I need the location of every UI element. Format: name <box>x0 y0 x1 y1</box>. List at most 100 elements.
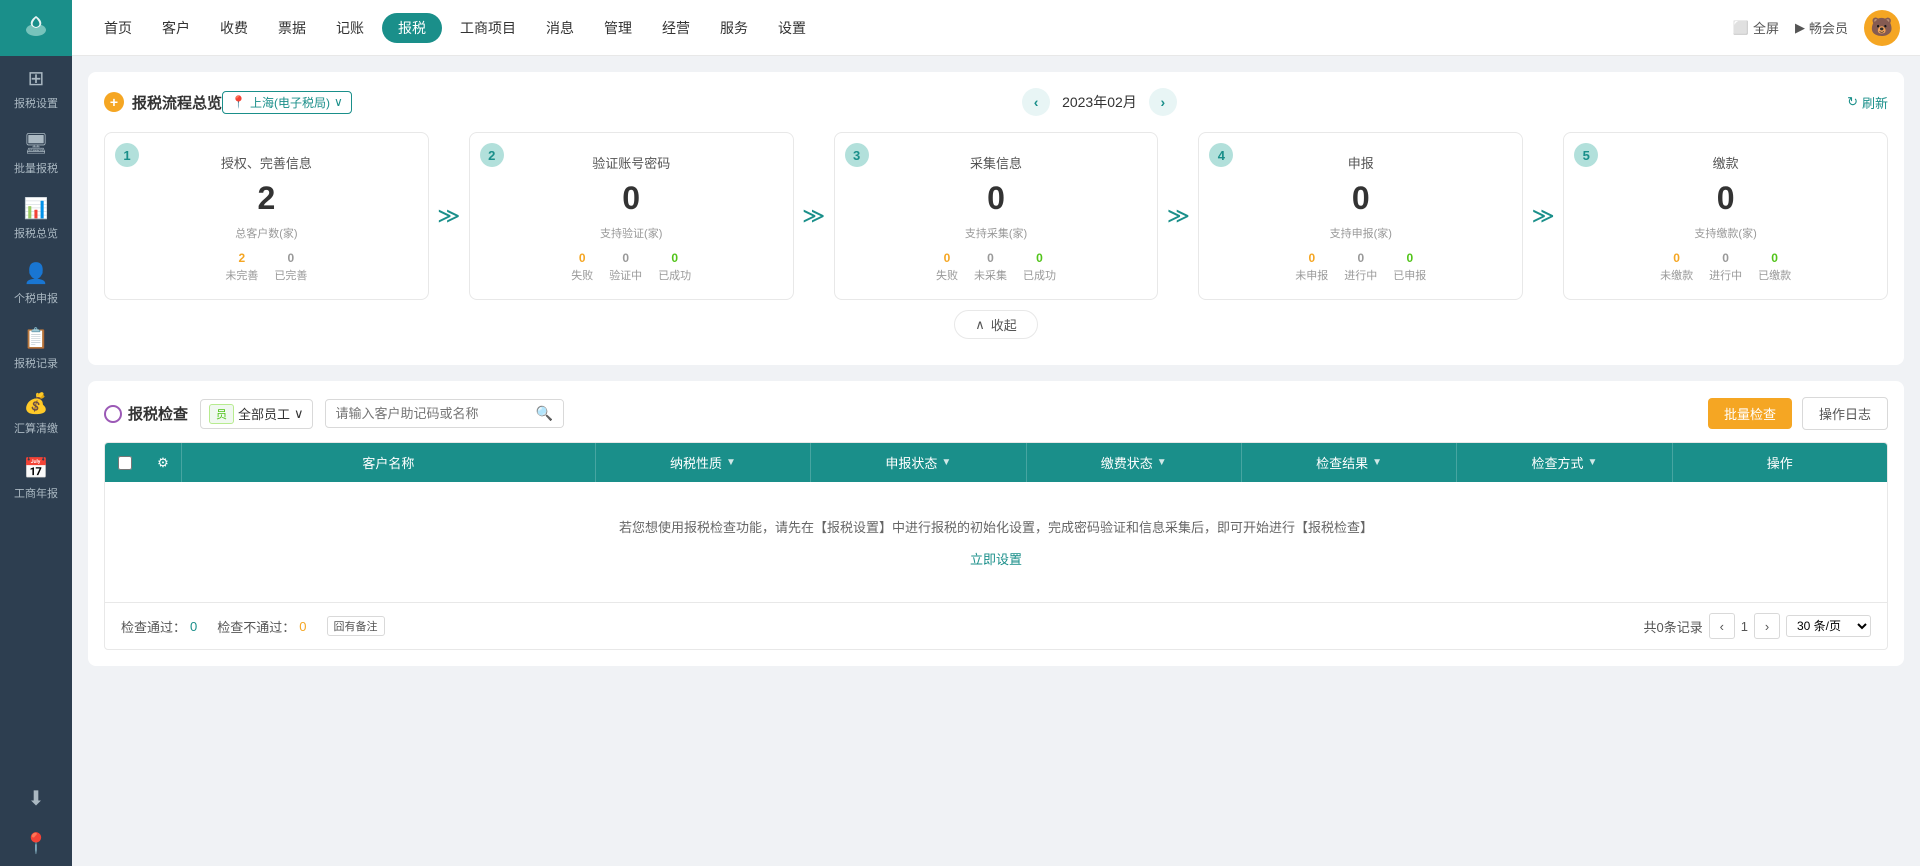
header-gear[interactable]: ⚙ <box>145 443 181 482</box>
settings-tax-icon: ⊞ <box>28 66 45 91</box>
process-overview-header: + 报税流程总览 📍 上海(电子税局) ∨ ‹ 2023年02月 › ↻ <box>104 88 1888 116</box>
step-1-subtitle: 总客户数(家) <box>121 225 412 241</box>
prev-page-btn[interactable]: ‹ <box>1709 613 1735 639</box>
sidebar-item-piliang-baoshui[interactable]: 🖥 批量报税 <box>0 121 72 186</box>
fail-count[interactable]: 0 <box>299 619 306 634</box>
nav-jzhang[interactable]: 记账 <box>324 12 376 44</box>
nav-shoufei[interactable]: 收费 <box>208 12 260 44</box>
header-checkbox[interactable] <box>105 443 145 482</box>
sidebar-item-baoshui-jilu[interactable]: 📋 报税记录 <box>0 316 72 381</box>
step-4-card: 4 申报 0 支持申报(家) 0 未申报 0 进行中 <box>1198 132 1523 300</box>
main-wrapper: 首页 客户 收费 票据 记账 报税 工商项目 消息 管理 经营 服务 设置 ⬜ … <box>72 0 1920 866</box>
nav-baoshui[interactable]: 报税 <box>382 13 442 43</box>
step-3-card: 3 采集信息 0 支持采集(家) 0 失败 0 未采集 <box>834 132 1159 300</box>
step-4-count: 0 <box>1215 180 1506 217</box>
sidebar-item-baoshui-zonglan[interactable]: 📊 报税总览 <box>0 186 72 251</box>
gear-icon: ⚙ <box>157 455 169 471</box>
check-actions: 批量检查 操作日志 <box>1708 397 1888 430</box>
step-4-title: 申报 <box>1215 153 1506 172</box>
table-header: ⚙ 客户名称 纳税性质 ▼ 申报状态 ▼ 缴费状态 ▼ <box>105 443 1887 482</box>
nav-xiaoxi[interactable]: 消息 <box>534 12 586 44</box>
stat-undeclared: 0 未申报 <box>1295 251 1328 283</box>
refresh-btn[interactable]: ↻ 刷新 <box>1847 93 1888 112</box>
per-page-select[interactable]: 30 条/页 50 条/页 100 条/页 <box>1786 615 1871 637</box>
stat-success-3: 0 已成功 <box>1023 251 1056 283</box>
filter-pay-status-icon[interactable]: ▼ <box>1157 457 1167 468</box>
step-4-stats: 0 未申报 0 进行中 0 已申报 <box>1215 251 1506 283</box>
nav-jingying[interactable]: 经营 <box>650 12 702 44</box>
pagination: 共0条记录 ‹ 1 › 30 条/页 50 条/页 100 条/页 <box>1644 613 1871 639</box>
user-avatar[interactable]: 🐻 <box>1864 10 1900 46</box>
step-3-title: 采集信息 <box>851 153 1142 172</box>
arrow-2-3: ≫ <box>794 132 834 300</box>
sidebar-item-gonshang-nianbao[interactable]: 📅 工商年报 <box>0 446 72 511</box>
step-5-subtitle: 支持缴款(家) <box>1580 225 1871 241</box>
step-5-number: 5 <box>1574 143 1598 167</box>
staff-selector[interactable]: 员 全部员工 ∨ <box>200 399 313 429</box>
nav-piaoju[interactable]: 票据 <box>266 12 318 44</box>
nav-gongshang[interactable]: 工商项目 <box>448 12 528 44</box>
check-pass-stat: 检查通过： 0 <box>121 617 197 636</box>
pass-count[interactable]: 0 <box>190 619 197 634</box>
sidebar: ⊞ 报税设置 🖥 批量报税 📊 报税总览 👤 个税申报 📋 报税记录 💰 汇算清… <box>0 0 72 866</box>
operation-log-button[interactable]: 操作日志 <box>1802 397 1888 430</box>
step-2-count: 0 <box>486 180 777 217</box>
stat-paid: 0 已缴款 <box>1758 251 1791 283</box>
header-check-result: 检查结果 ▼ <box>1241 443 1456 482</box>
nav-fuwu[interactable]: 服务 <box>708 12 760 44</box>
logo[interactable] <box>0 0 72 56</box>
tax-check-section: 报税检查 员 全部员工 ∨ 🔍 批量检查 操作日志 <box>88 381 1904 666</box>
fullscreen-btn[interactable]: ⬜ 全屏 <box>1733 18 1779 37</box>
nav-home[interactable]: 首页 <box>92 12 144 44</box>
filter-check-method-icon[interactable]: ▼ <box>1587 457 1597 468</box>
stat-fail-3: 0 失败 <box>936 251 958 283</box>
stat-uncollected: 0 未采集 <box>974 251 1007 283</box>
sidebar-item-baoshui-shezhi[interactable]: ⊞ 报税设置 <box>0 56 72 121</box>
nav-guanli[interactable]: 管理 <box>592 12 644 44</box>
stat-unpaid: 0 未缴款 <box>1660 251 1693 283</box>
step-2-subtitle: 支持验证(家) <box>486 225 777 241</box>
stat-complete: 0 已完善 <box>274 251 307 283</box>
step-5-title: 缴款 <box>1580 153 1871 172</box>
filter-declare-status-icon[interactable]: ▼ <box>941 457 951 468</box>
sidebar-download[interactable]: ⬇ <box>0 776 72 821</box>
header-tax-nature: 纳税性质 ▼ <box>595 443 810 482</box>
step-2-card: 2 验证账号密码 0 支持验证(家) 0 失败 0 验证中 <box>469 132 794 300</box>
stat-in-progress: 0 验证中 <box>609 251 642 283</box>
note-badge: 囧有备注 <box>327 616 385 636</box>
next-page-btn[interactable]: › <box>1754 613 1780 639</box>
vip-btn[interactable]: ▶ 畅会员 <box>1795 18 1848 37</box>
nav-menu: 首页 客户 收费 票据 记账 报税 工商项目 消息 管理 经营 服务 设置 <box>92 12 1733 44</box>
select-all-checkbox[interactable] <box>118 456 132 470</box>
overview-icon: 📊 <box>24 196 49 221</box>
annual-report-icon: 📅 <box>24 456 49 481</box>
filter-tax-nature-icon[interactable]: ▼ <box>726 457 736 468</box>
step-1-number: 1 <box>115 143 139 167</box>
step-5-card: 5 缴款 0 支持缴款(家) 0 未缴款 0 进行中 <box>1563 132 1888 300</box>
circle-icon <box>104 405 122 423</box>
header-pay-status: 缴费状态 ▼ <box>1026 443 1241 482</box>
filter-check-result-icon[interactable]: ▼ <box>1372 457 1382 468</box>
location-selector[interactable]: 📍 上海(电子税局) ∨ <box>222 91 352 114</box>
step-5-count: 0 <box>1580 180 1871 217</box>
step-3-count: 0 <box>851 180 1142 217</box>
next-month-btn[interactable]: › <box>1149 88 1177 116</box>
sidebar-item-geren-shenbao[interactable]: 👤 个税申报 <box>0 251 72 316</box>
nav-kehu[interactable]: 客户 <box>150 12 202 44</box>
sidebar-item-huisuan-qingshu[interactable]: 💰 汇算清缴 <box>0 381 72 446</box>
tax-check-table: ⚙ 客户名称 纳税性质 ▼ 申报状态 ▼ 缴费状态 ▼ <box>104 442 1888 650</box>
batch-check-button[interactable]: 批量检查 <box>1708 398 1792 429</box>
search-input[interactable] <box>326 401 526 426</box>
process-overview-title: + 报税流程总览 <box>104 92 222 113</box>
collapse-btn[interactable]: ∧ 收起 <box>954 310 1038 339</box>
empty-message: 若您想使用报税检查功能，请先在【报税设置】中进行报税的初始化设置，完成密码验证和… <box>619 516 1373 539</box>
setup-link[interactable]: 立即设置 <box>970 549 1022 568</box>
prev-month-btn[interactable]: ‹ <box>1022 88 1050 116</box>
search-button[interactable]: 🔍 <box>526 400 563 427</box>
nav-shezhi[interactable]: 设置 <box>766 12 818 44</box>
nav-right: ⬜ 全屏 ▶ 畅会员 🐻 <box>1733 10 1900 46</box>
table-empty-body: 若您想使用报税检查功能，请先在【报税设置】中进行报税的初始化设置，完成密码验证和… <box>105 482 1887 602</box>
top-navigation: 首页 客户 收费 票据 记账 报税 工商项目 消息 管理 经营 服务 设置 ⬜ … <box>72 0 1920 56</box>
sidebar-location[interactable]: 📍 <box>0 821 72 866</box>
location-pin-icon: 📍 <box>231 95 246 109</box>
